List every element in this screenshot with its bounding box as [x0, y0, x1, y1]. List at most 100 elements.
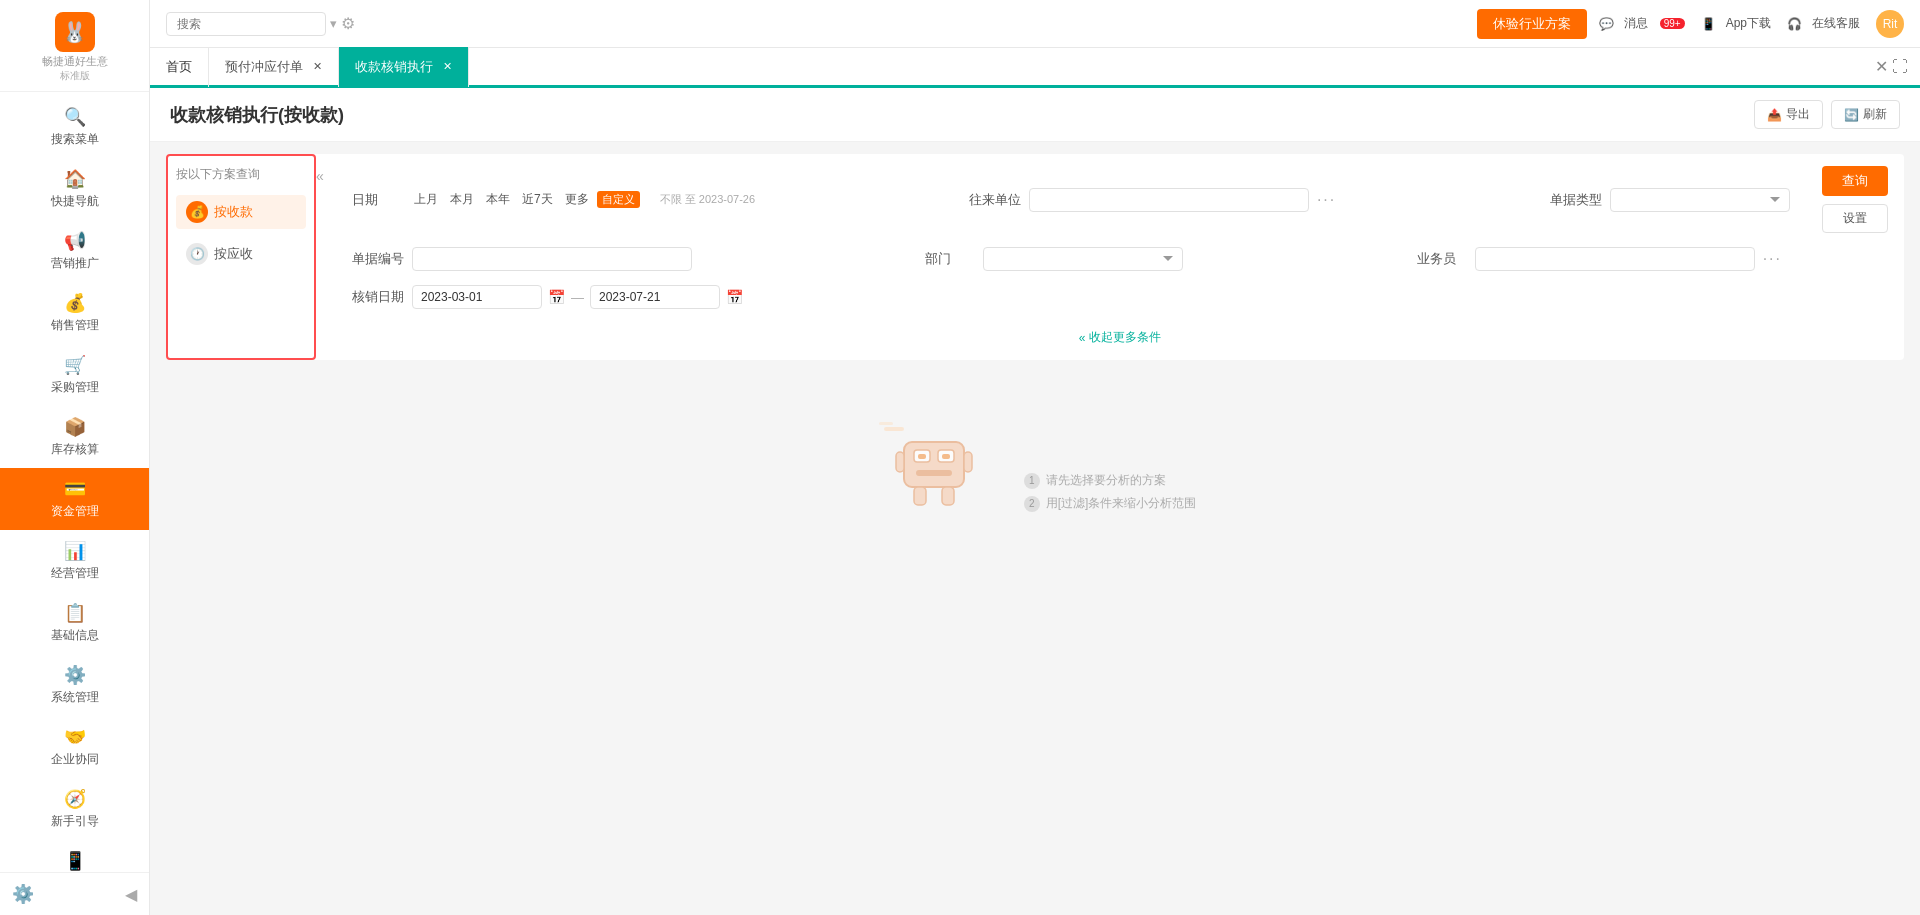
empty-state: 1 请先选择要分析的方案 2 用[过滤]条件来缩小分析范围	[150, 372, 1920, 532]
sidebar-bottom: ⚙️ ◀	[0, 872, 149, 915]
svg-rect-3	[918, 454, 926, 459]
filter-by-receivable[interactable]: 🕐 按应收	[176, 237, 306, 271]
calendar-start-icon[interactable]: 📅	[548, 289, 565, 305]
tab-prepay-close[interactable]: ✕	[313, 60, 322, 73]
filter-section-title: 按以下方案查询	[176, 166, 306, 187]
date-tab-more[interactable]: 更多	[561, 189, 593, 210]
step-2-text: 用[过滤]条件来缩小分析范围	[1046, 495, 1197, 512]
sidebar-item-search-menu[interactable]: 🔍搜索菜单	[0, 96, 149, 158]
sidebar-item-system[interactable]: ⚙️ 系统管理	[0, 654, 149, 716]
sidebar-menu: 🔍搜索菜单 🏠 快捷导航 📢营销推广💰销售管理🛒采购管理📦库存核算💳资金管理📊经营管理…	[0, 92, 149, 872]
sidebar-item-purchase[interactable]: 🛒采购管理	[0, 344, 149, 406]
app-download-button[interactable]: 📱 App下载	[1701, 15, 1771, 32]
writeoff-date-start-input[interactable]	[412, 285, 542, 309]
sidebar-item-finance[interactable]: 💳资金管理	[0, 468, 149, 530]
dept-select[interactable]	[983, 247, 1183, 271]
sidebar-item-sales[interactable]: 💰销售管理	[0, 282, 149, 344]
filter-by-receipt[interactable]: 💰 按收款	[176, 195, 306, 229]
collapse-filter-button[interactable]: «	[316, 154, 336, 360]
date-tab-7days[interactable]: 近7天	[518, 189, 557, 210]
writeoff-date-end-input[interactable]	[590, 285, 720, 309]
counterpart-input[interactable]	[1029, 188, 1309, 212]
maximize-icon[interactable]: ⛶	[1892, 58, 1908, 76]
export-button[interactable]: 📤 导出	[1754, 100, 1823, 129]
sidebar-label-quick-nav: 快捷导航	[51, 193, 99, 210]
date-tabs: 上月 本月 本年 近7天 更多 自定义	[410, 189, 640, 210]
settings-icon[interactable]: ⚙️	[12, 883, 34, 905]
sidebar-icon-quick-nav: 🏠	[64, 168, 86, 190]
filter-row-3: 核销日期 📅 — 📅	[352, 285, 1888, 309]
tab-home-label: 首页	[166, 58, 192, 76]
sidebar-item-marketing[interactable]: 📢营销推广	[0, 220, 149, 282]
sidebar-item-hardware[interactable]: 📱智能硬件	[0, 840, 149, 872]
sidebar-icon-guide: 🧭	[64, 788, 86, 810]
sidebar-icon-business: 📊	[64, 540, 86, 562]
sidebar-icon-inventory: 📦	[64, 416, 86, 438]
action-buttons: 查询 设置	[1822, 166, 1888, 233]
sidebar-item-quick-nav[interactable]: 🏠 快捷导航	[0, 158, 149, 220]
svg-rect-8	[914, 487, 926, 505]
main-area: ▾ ⚙ 休验行业方案 💬 消息 99+ 📱 App下载 🎧 在线客服 Rit	[150, 0, 1920, 915]
refresh-icon: 🔄	[1844, 108, 1859, 122]
collapse-more-button[interactable]: « 收起更多条件	[352, 323, 1888, 348]
sidebar-icon-system: ⚙️	[64, 664, 86, 686]
messages-button[interactable]: 💬 消息 99+	[1599, 15, 1685, 32]
sidebar-item-business[interactable]: 📊经营管理	[0, 530, 149, 592]
logo-text: 畅捷通好生意	[42, 54, 108, 69]
sidebar-item-base-info[interactable]: 📋基础信息	[0, 592, 149, 654]
sidebar-label-guide: 新手引导	[51, 813, 99, 830]
doc-type-select[interactable]	[1610, 188, 1790, 212]
sidebar-icon-hardware: 📱	[64, 850, 86, 872]
svg-rect-6	[896, 452, 904, 472]
svg-rect-9	[942, 487, 954, 505]
date-tab-last-month[interactable]: 上月	[410, 189, 442, 210]
settings-icon[interactable]: ⚙	[341, 14, 355, 33]
sidebar-label-system: 系统管理	[51, 689, 99, 706]
tabbar-actions: ✕ ⛶	[1875, 57, 1920, 76]
date-custom-badge[interactable]: 自定义	[597, 191, 640, 208]
date-field: 日期 上月 本月 本年 近7天 更多 自定义	[352, 189, 640, 210]
filter-row-2: 单据编号 部门 业务员 ···	[352, 247, 1888, 271]
online-service-button[interactable]: 🎧 在线客服	[1787, 15, 1860, 32]
empty-step-2: 2 用[过滤]条件来缩小分析范围	[1024, 495, 1197, 512]
staff-input[interactable]	[1475, 247, 1755, 271]
date-tab-this-month[interactable]: 本月	[446, 189, 478, 210]
page-content: 收款核销执行(按收款) 📤 导出 🔄 刷新 按以下方案查询 💰 按收款	[150, 88, 1920, 915]
filter-receipt-label: 按收款	[214, 203, 253, 221]
svg-rect-10	[884, 427, 904, 431]
sidebar-item-collab[interactable]: 🤝企业协同	[0, 716, 149, 778]
search-input[interactable]	[166, 12, 326, 36]
sidebar-label-sales: 销售管理	[51, 317, 99, 334]
tab-receipt-writeoff-close[interactable]: ✕	[443, 60, 452, 73]
topbar-right: 💬 消息 99+ 📱 App下载 🎧 在线客服 Rit	[1599, 10, 1904, 38]
counterpart-more-icon[interactable]: ···	[1317, 191, 1336, 209]
chevron-down-icon[interactable]: ▾	[330, 16, 337, 31]
query-button[interactable]: 查询	[1822, 166, 1888, 196]
calendar-end-icon[interactable]: 📅	[726, 289, 743, 305]
collapse-sidebar-icon[interactable]: ◀	[125, 885, 137, 904]
writeoff-date-range: 📅 — 📅	[412, 285, 743, 309]
date-tab-this-year[interactable]: 本年	[482, 189, 514, 210]
doc-no-input[interactable]	[412, 247, 692, 271]
close-window-icon[interactable]: ✕	[1875, 57, 1888, 76]
receivable-icon: 🕐	[186, 243, 208, 265]
refresh-button[interactable]: 🔄 刷新	[1831, 100, 1900, 129]
filter-form: 日期 上月 本月 本年 近7天 更多 自定义 不限 至 2023-07-26	[336, 154, 1904, 360]
date-limit-area: 不限 至 2023-07-26	[660, 192, 755, 207]
doc-type-field: 单据类型	[1550, 188, 1790, 212]
settings-button[interactable]: 设置	[1822, 204, 1888, 233]
user-avatar[interactable]: Rit	[1876, 10, 1904, 38]
step-1-text: 请先选择要分析的方案	[1046, 472, 1166, 489]
date-limit-text: 不限 至 2023-07-26	[660, 192, 755, 207]
sidebar-icon-marketing: 📢	[64, 230, 86, 252]
sidebar-item-inventory[interactable]: 📦库存核算	[0, 406, 149, 468]
collapse-icon: «	[316, 168, 324, 184]
tab-prepay[interactable]: 预付冲应付单 ✕	[209, 47, 339, 87]
industry-solution-button[interactable]: 休验行业方案	[1477, 9, 1587, 39]
tab-receipt-writeoff[interactable]: 收款核销执行 ✕	[339, 47, 469, 87]
staff-more-icon[interactable]: ···	[1763, 250, 1782, 268]
sidebar-item-guide[interactable]: 🧭 新手引导	[0, 778, 149, 840]
export-icon: 📤	[1767, 108, 1782, 122]
tab-home[interactable]: 首页	[150, 47, 209, 87]
staff-field: 业务员 ···	[1417, 247, 1782, 271]
